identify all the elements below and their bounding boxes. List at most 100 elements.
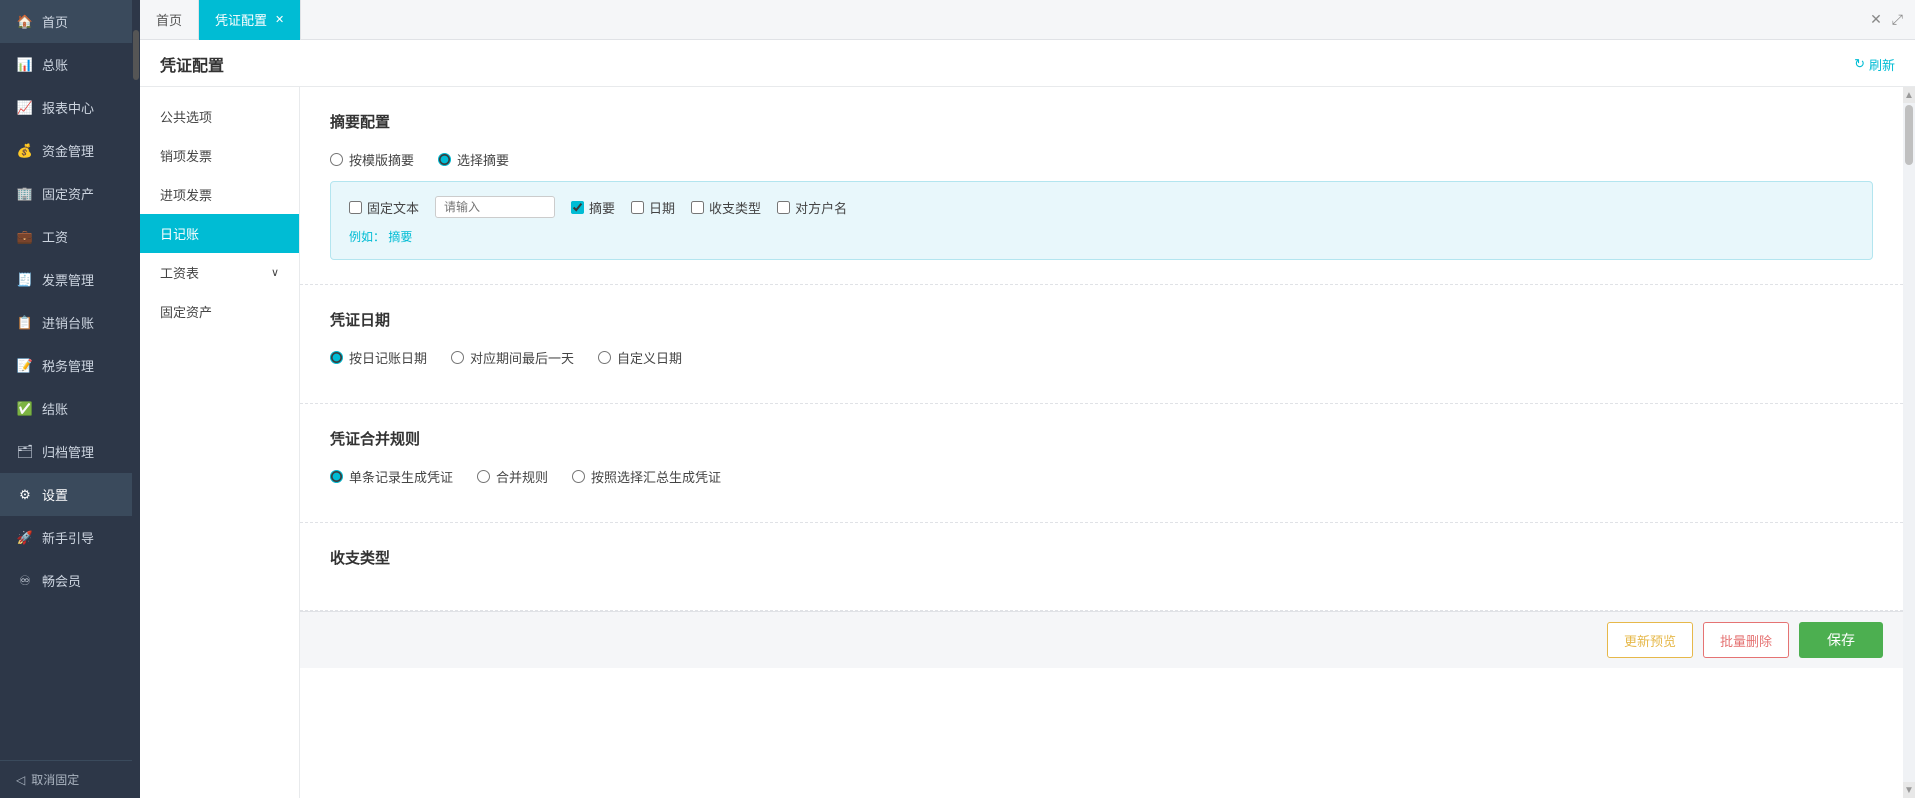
summary-checkbox[interactable] <box>571 201 584 214</box>
left-nav-payroll[interactable]: 工资表 ∨ <box>140 253 299 292</box>
sidebar-item-invoice-mgmt[interactable]: 🧾 发票管理 <box>0 258 132 301</box>
single-record-label[interactable]: 单条记录生成凭证 <box>330 467 453 486</box>
fixed-text-checkbox-label[interactable]: 固定文本 <box>349 198 419 217</box>
refresh-icon: ↻ <box>1854 56 1865 72</box>
sidebar-item-home[interactable]: 🏠 首页 <box>0 0 132 43</box>
settings-icon: ⚙ <box>16 486 34 504</box>
example-prefix: 例如： <box>349 230 385 244</box>
select-radio[interactable] <box>438 153 451 166</box>
archive-icon: 🗂 <box>16 443 34 461</box>
date-checkbox[interactable] <box>631 201 644 214</box>
left-nav-sales-invoice-label: 销项发票 <box>160 146 212 165</box>
sidebar-item-archive[interactable]: 🗂 归档管理 <box>0 430 132 473</box>
close-window-icon[interactable]: ✕ <box>1870 11 1882 28</box>
income-type-checkbox-label[interactable]: 收支类型 <box>691 198 761 217</box>
tab-bar-actions: ✕ ⤢ <box>1870 11 1915 28</box>
merge-rules-option-text: 合并规则 <box>496 467 548 486</box>
left-nav-public[interactable]: 公共选项 <box>140 97 299 136</box>
sidebar-item-settings[interactable]: ⚙ 设置 <box>0 473 132 516</box>
last-day-radio[interactable] <box>451 351 464 364</box>
single-record-radio[interactable] <box>330 470 343 483</box>
refresh-button[interactable]: ↻ 刷新 <box>1854 55 1895 74</box>
income-type-checkbox[interactable] <box>691 201 704 214</box>
left-nav-journal[interactable]: 日记账 <box>140 214 299 253</box>
tab-close-icon[interactable]: ✕ <box>275 13 284 26</box>
unpin-label: 取消固定 <box>31 771 79 788</box>
fixed-text-input[interactable] <box>435 196 555 218</box>
sidebar-item-settlement[interactable]: ✅ 结账 <box>0 387 132 430</box>
ledger-icon: 📊 <box>16 56 34 74</box>
last-day-text: 对应期间最后一天 <box>470 348 574 367</box>
sidebar-item-label: 结账 <box>42 399 68 418</box>
sidebar-item-label: 新手引导 <box>42 528 94 547</box>
merge-rules-section: 凭证合并规则 单条记录生成凭证 合并规则 按照选择汇总生成凭证 <box>300 404 1903 523</box>
merge-rules-option-label[interactable]: 合并规则 <box>477 467 548 486</box>
merge-rules-option-radio[interactable] <box>477 470 490 483</box>
merge-rules-radio-group: 单条记录生成凭证 合并规则 按照选择汇总生成凭证 <box>330 467 1873 486</box>
scroll-down-button[interactable]: ▼ <box>1903 782 1915 798</box>
custom-date-label[interactable]: 自定义日期 <box>598 348 682 367</box>
salary-icon: 💼 <box>16 228 34 246</box>
sidebar-item-guide[interactable]: 🚀 新手引导 <box>0 516 132 559</box>
custom-date-radio[interactable] <box>598 351 611 364</box>
scroll-thumb[interactable] <box>1905 105 1913 165</box>
sidebar-item-label: 税务管理 <box>42 356 94 375</box>
by-journal-date-radio[interactable] <box>330 351 343 364</box>
sidebar-item-ledger[interactable]: 📊 总账 <box>0 43 132 86</box>
left-nav-purchase-invoice-label: 进项发票 <box>160 185 212 204</box>
batch-delete-button[interactable]: 批量删除 <box>1703 622 1789 658</box>
save-button[interactable]: 保存 <box>1799 622 1883 658</box>
tab-voucher-config-label: 凭证配置 <box>215 10 267 29</box>
tab-bar: 首页 凭证配置 ✕ ✕ ⤢ <box>140 0 1915 40</box>
by-journal-date-label[interactable]: 按日记账日期 <box>330 348 427 367</box>
custom-date-text: 自定义日期 <box>617 348 682 367</box>
left-nav-fixed-assets[interactable]: 固定资产 <box>140 292 299 331</box>
summary-checkbox-text: 摘要 <box>589 198 615 217</box>
summary-config-box: 固定文本 摘要 日期 收支类型 <box>330 181 1873 260</box>
sidebar-item-salary[interactable]: 💼 工资 <box>0 215 132 258</box>
tab-voucher-config[interactable]: 凭证配置 ✕ <box>199 0 301 40</box>
sidebar-item-reports[interactable]: 📈 报表中心 <box>0 86 132 129</box>
tab-home[interactable]: 首页 <box>140 0 199 40</box>
tab-home-label: 首页 <box>156 10 182 29</box>
page-title: 凭证配置 <box>160 52 224 76</box>
chevron-down-icon: ∨ <box>271 266 279 279</box>
unpin-button[interactable]: ◁ 取消固定 <box>0 760 132 798</box>
sidebar-item-purchase-sales[interactable]: 📋 进销台账 <box>0 301 132 344</box>
counterpart-checkbox[interactable] <box>777 201 790 214</box>
main-area: 首页 凭证配置 ✕ ✕ ⤢ 凭证配置 ↻ 刷新 公共选项 销项发票 进项 <box>140 0 1915 798</box>
update-preview-button[interactable]: 更新预览 <box>1607 622 1693 658</box>
maximize-icon[interactable]: ⤢ <box>1892 11 1903 28</box>
counterpart-checkbox-label[interactable]: 对方户名 <box>777 198 847 217</box>
fixed-text-checkbox[interactable] <box>349 201 362 214</box>
last-day-label[interactable]: 对应期间最后一天 <box>451 348 574 367</box>
vertical-scrollbar: ▲ ▼ <box>1903 87 1915 798</box>
sidebar-item-tax[interactable]: 📝 税务管理 <box>0 344 132 387</box>
page-header: 凭证配置 ↻ 刷新 <box>140 40 1915 87</box>
left-nav-fixed-assets-label: 固定资产 <box>160 302 212 321</box>
income-type-section: 收支类型 <box>300 523 1903 611</box>
left-nav-sales-invoice[interactable]: 销项发票 <box>140 136 299 175</box>
sidebar-item-funds[interactable]: 💰 资金管理 <box>0 129 132 172</box>
sidebar-item-label: 资金管理 <box>42 141 94 160</box>
by-selection-label[interactable]: 按照选择汇总生成凭证 <box>572 467 721 486</box>
sidebar-item-vip[interactable]: ♾ 畅会员 <box>0 559 132 602</box>
example-value: 摘要 <box>388 230 412 244</box>
select-radio-label[interactable]: 选择摘要 <box>438 150 509 169</box>
left-nav-purchase-invoice[interactable]: 进项发票 <box>140 175 299 214</box>
template-radio[interactable] <box>330 153 343 166</box>
sidebar-item-label: 首页 <box>42 12 68 31</box>
summary-radio-group: 按模版摘要 选择摘要 <box>330 150 1873 169</box>
vip-icon: ♾ <box>16 572 34 590</box>
sidebar-item-label: 报表中心 <box>42 98 94 117</box>
template-radio-label[interactable]: 按模版摘要 <box>330 150 414 169</box>
single-record-text: 单条记录生成凭证 <box>349 467 453 486</box>
reports-icon: 📈 <box>16 99 34 117</box>
sidebar-item-assets[interactable]: 🏢 固定资产 <box>0 172 132 215</box>
by-selection-radio[interactable] <box>572 470 585 483</box>
sidebar-item-label: 进销台账 <box>42 313 94 332</box>
scroll-up-button[interactable]: ▲ <box>1903 87 1915 103</box>
summary-checkbox-label[interactable]: 摘要 <box>571 198 615 217</box>
refresh-label: 刷新 <box>1869 55 1895 74</box>
date-checkbox-label[interactable]: 日期 <box>631 198 675 217</box>
